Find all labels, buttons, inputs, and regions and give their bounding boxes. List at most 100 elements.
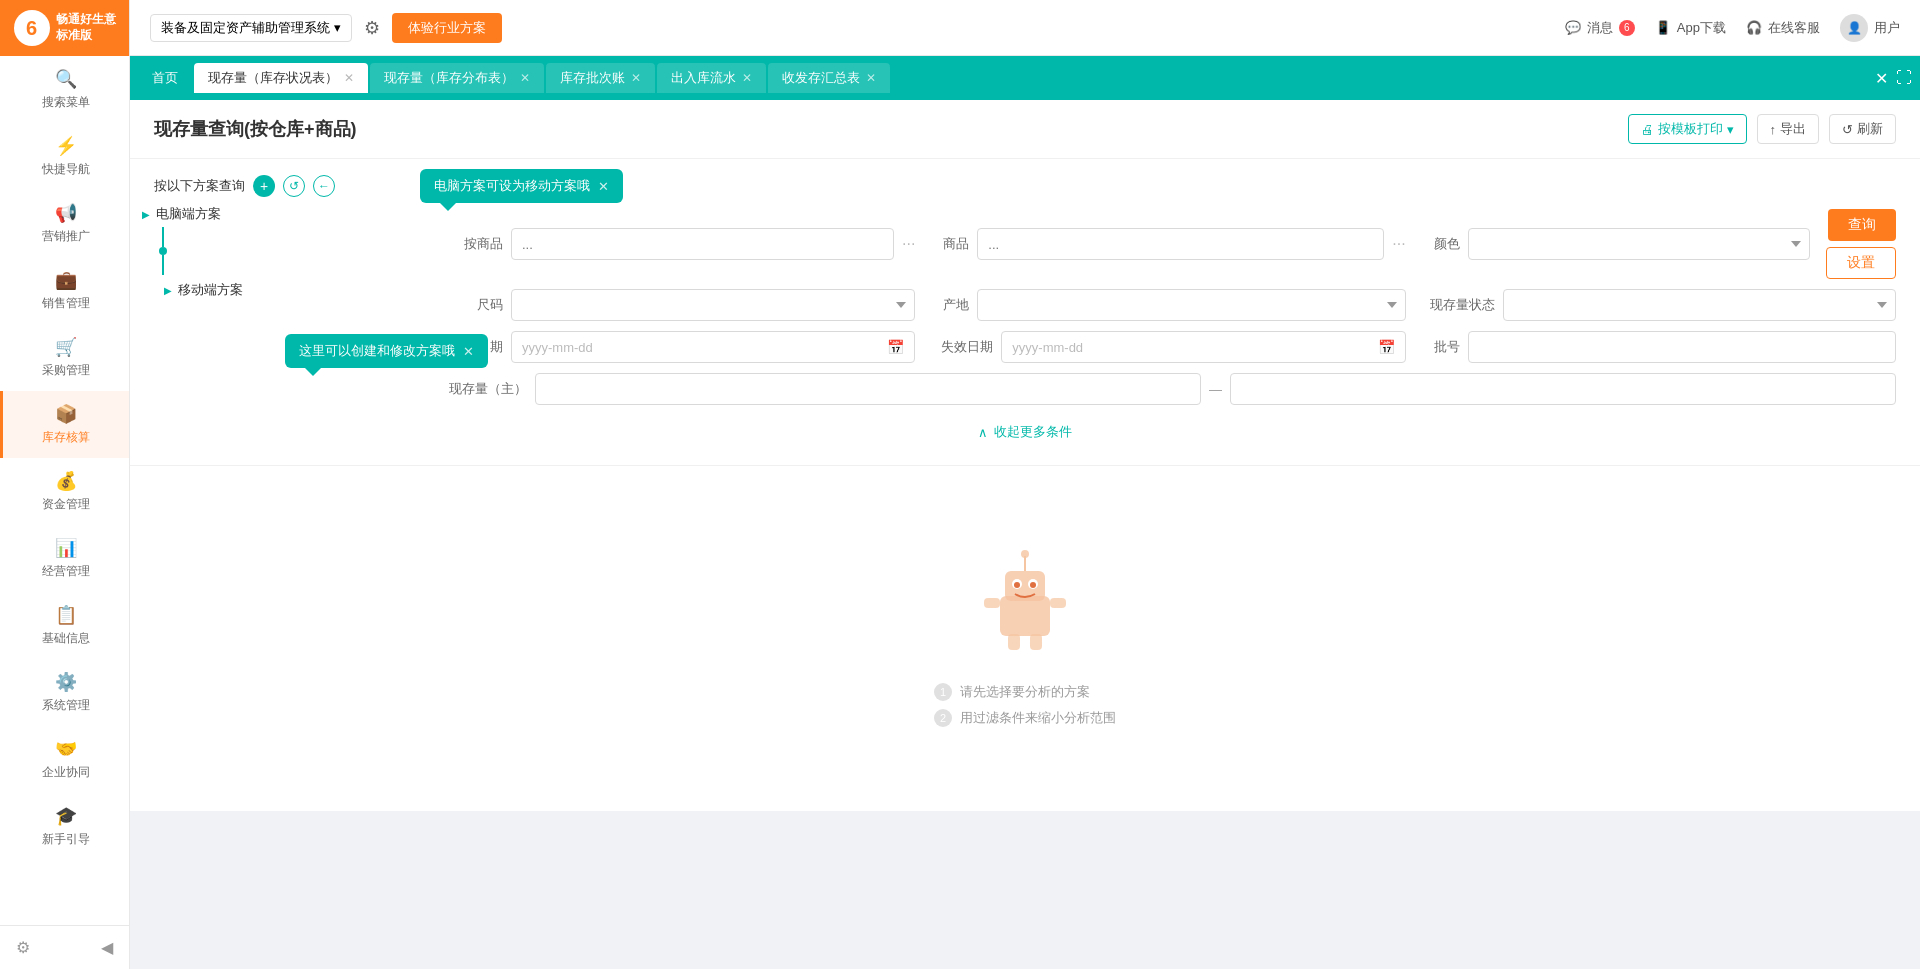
refresh-scheme-btn[interactable]: ↺ <box>283 175 305 197</box>
settings-gear-icon[interactable]: ⚙ <box>364 17 380 39</box>
add-scheme-btn[interactable]: + <box>253 175 275 197</box>
tip-num-1: 1 <box>934 683 952 701</box>
size-field: 尺码 <box>449 289 915 321</box>
settings-icon[interactable]: ⚙ <box>16 938 30 957</box>
sidebar-item-marketing[interactable]: 📢 营销推广 <box>0 190 129 257</box>
goods-dots[interactable]: ··· <box>1392 235 1405 253</box>
sidebar-label-system: 系统管理 <box>42 697 90 714</box>
warehouse-input[interactable] <box>511 228 894 260</box>
add-scheme-tooltip: 电脑方案可设为移动方案哦 ✕ <box>420 169 623 203</box>
stock-status-field: 现存量状态 <box>1430 289 1896 321</box>
expand-btn[interactable]: ⛶ <box>1896 69 1912 87</box>
expand-icon: ▶ <box>142 209 150 220</box>
empty-illustration <box>970 546 1080 659</box>
batch-label: 批号 <box>1430 338 1460 356</box>
sidebar-label-quicknav: 快捷导航 <box>42 161 90 178</box>
refresh-icon: ↺ <box>1842 122 1853 137</box>
close-all-tabs-btn[interactable]: ✕ <box>1875 69 1888 88</box>
app-download-item[interactable]: 📱 App下载 <box>1655 19 1726 37</box>
sidebar-item-quicknav[interactable]: ⚡ 快捷导航 <box>0 123 129 190</box>
tab-batch-account[interactable]: 库存批次账 ✕ <box>546 63 655 93</box>
message-item[interactable]: 💬 消息 6 <box>1565 19 1635 37</box>
edit-scheme-popover: 这里可以创建和修改方案哦 ✕ <box>285 334 488 368</box>
scheme-tree: ▶ 电脑端方案 ▶ 移动端方案 <box>130 201 255 303</box>
topbar-right: 💬 消息 6 📱 App下载 🎧 在线客服 👤 用户 <box>1565 14 1900 42</box>
connector-line-bottom <box>162 255 164 275</box>
tab-inout-flow[interactable]: 出入库流水 ✕ <box>657 63 766 93</box>
svg-point-4 <box>1014 582 1020 588</box>
support-item[interactable]: 🎧 在线客服 <box>1746 19 1820 37</box>
tabbar-actions: ✕ ⛶ <box>1875 69 1912 88</box>
template-print-btn[interactable]: 🖨 按模板打印 ▾ <box>1628 114 1747 144</box>
sidebar-item-basic[interactable]: 📋 基础信息 <box>0 592 129 659</box>
refresh-btn[interactable]: ↺ 刷新 <box>1829 114 1896 144</box>
scheme-mobile-item[interactable]: ▶ 移动端方案 <box>164 277 243 303</box>
support-label: 在线客服 <box>1768 19 1820 37</box>
prod-date-placeholder: yyyy-mm-dd <box>522 340 593 355</box>
tab-home[interactable]: 首页 <box>138 63 192 93</box>
edit-scheme-tooltip-close[interactable]: ✕ <box>463 344 474 359</box>
stock-range-dash: — <box>1209 382 1222 397</box>
export-btn[interactable]: ↑ 导出 <box>1757 114 1820 144</box>
origin-select[interactable] <box>977 289 1405 321</box>
page-header: 现存量查询(按仓库+商品) 🖨 按模板打印 ▾ ↑ 导出 ↺ 刷新 <box>130 100 1920 159</box>
sidebar-item-enterprise[interactable]: 🤝 企业协同 <box>0 726 129 793</box>
tab-inventory-status[interactable]: 现存量（库存状况表） ✕ <box>194 63 368 93</box>
expiry-date-picker[interactable]: yyyy-mm-dd 📅 <box>1001 331 1405 363</box>
scheme-pc-label: 电脑端方案 <box>156 205 221 223</box>
sidebar-item-sales[interactable]: 💼 销售管理 <box>0 257 129 324</box>
collapse-icon[interactable]: ◀ <box>101 938 113 957</box>
search-main-btn[interactable]: 查询 <box>1828 209 1896 241</box>
goods-field: 商品 ··· <box>939 228 1405 260</box>
sidebar-nav: 🔍 搜索菜单 ⚡ 快捷导航 📢 营销推广 💼 销售管理 🛒 采购管理 📦 库存核… <box>0 56 129 925</box>
tab-inventory-dist[interactable]: 现存量（库存分布表） ✕ <box>370 63 544 93</box>
sidebar-icon-enterprise: 🤝 <box>55 738 77 760</box>
goods-input[interactable] <box>977 228 1384 260</box>
sidebar-label-finance: 资金管理 <box>42 496 90 513</box>
connector-dot <box>159 247 167 255</box>
batch-input[interactable] <box>1468 331 1896 363</box>
sidebar-item-system[interactable]: ⚙️ 系统管理 <box>0 659 129 726</box>
settings-main-btn[interactable]: 设置 <box>1826 247 1896 279</box>
tab-inout-flow-close[interactable]: ✕ <box>742 71 752 85</box>
sidebar-item-purchase[interactable]: 🛒 采购管理 <box>0 324 129 391</box>
system-selector[interactable]: 装备及固定资产辅助管理系统 ▾ <box>150 14 352 42</box>
sidebar-icon-inventory: 📦 <box>55 403 77 425</box>
tab-batch-account-close[interactable]: ✕ <box>631 71 641 85</box>
sidebar-item-search[interactable]: 🔍 搜索菜单 <box>0 56 129 123</box>
color-field: 颜色 查询 设置 <box>1430 209 1896 279</box>
search-section-label: 按以下方案查询 <box>154 177 245 195</box>
warehouse-dots[interactable]: ··· <box>902 235 915 253</box>
app-label: App下载 <box>1677 19 1726 37</box>
sidebar-item-inventory[interactable]: 📦 库存核算 <box>0 391 129 458</box>
sidebar-label-marketing: 营销推广 <box>42 228 90 245</box>
sidebar-item-finance[interactable]: 💰 资金管理 <box>0 458 129 525</box>
svg-rect-6 <box>984 598 1000 608</box>
tab-recv-summary[interactable]: 收发存汇总表 ✕ <box>768 63 890 93</box>
message-label: 消息 <box>1587 19 1613 37</box>
sidebar-item-operations[interactable]: 📊 经营管理 <box>0 525 129 592</box>
expiry-date-placeholder: yyyy-mm-dd <box>1012 340 1083 355</box>
user-item[interactable]: 👤 用户 <box>1840 14 1900 42</box>
stock-status-select[interactable] <box>1503 289 1896 321</box>
stock-main-to[interactable] <box>1230 373 1896 405</box>
color-select[interactable] <box>1468 228 1810 260</box>
scheme-pc-item[interactable]: ▶ 电脑端方案 <box>142 201 243 227</box>
back-scheme-btn[interactable]: ← <box>313 175 335 197</box>
tip-num-2: 2 <box>934 709 952 727</box>
tab-recv-summary-close[interactable]: ✕ <box>866 71 876 85</box>
tab-batch-account-label: 库存批次账 <box>560 69 625 87</box>
svg-rect-7 <box>1050 598 1066 608</box>
experience-btn[interactable]: 体验行业方案 <box>392 13 502 43</box>
chevron-down-icon: ▾ <box>334 20 341 35</box>
sidebar-item-newbie[interactable]: 🎓 新手引导 <box>0 793 129 860</box>
svg-point-11 <box>1021 550 1029 558</box>
add-scheme-tooltip-close[interactable]: ✕ <box>598 179 609 194</box>
size-select[interactable] <box>511 289 915 321</box>
sidebar-label-sales: 销售管理 <box>42 295 90 312</box>
prod-date-picker[interactable]: yyyy-mm-dd 📅 <box>511 331 915 363</box>
tab-inventory-status-close[interactable]: ✕ <box>344 71 354 85</box>
collapse-btn[interactable]: ∧ 收起更多条件 <box>154 415 1896 449</box>
tab-inventory-dist-close[interactable]: ✕ <box>520 71 530 85</box>
stock-main-from[interactable] <box>535 373 1201 405</box>
